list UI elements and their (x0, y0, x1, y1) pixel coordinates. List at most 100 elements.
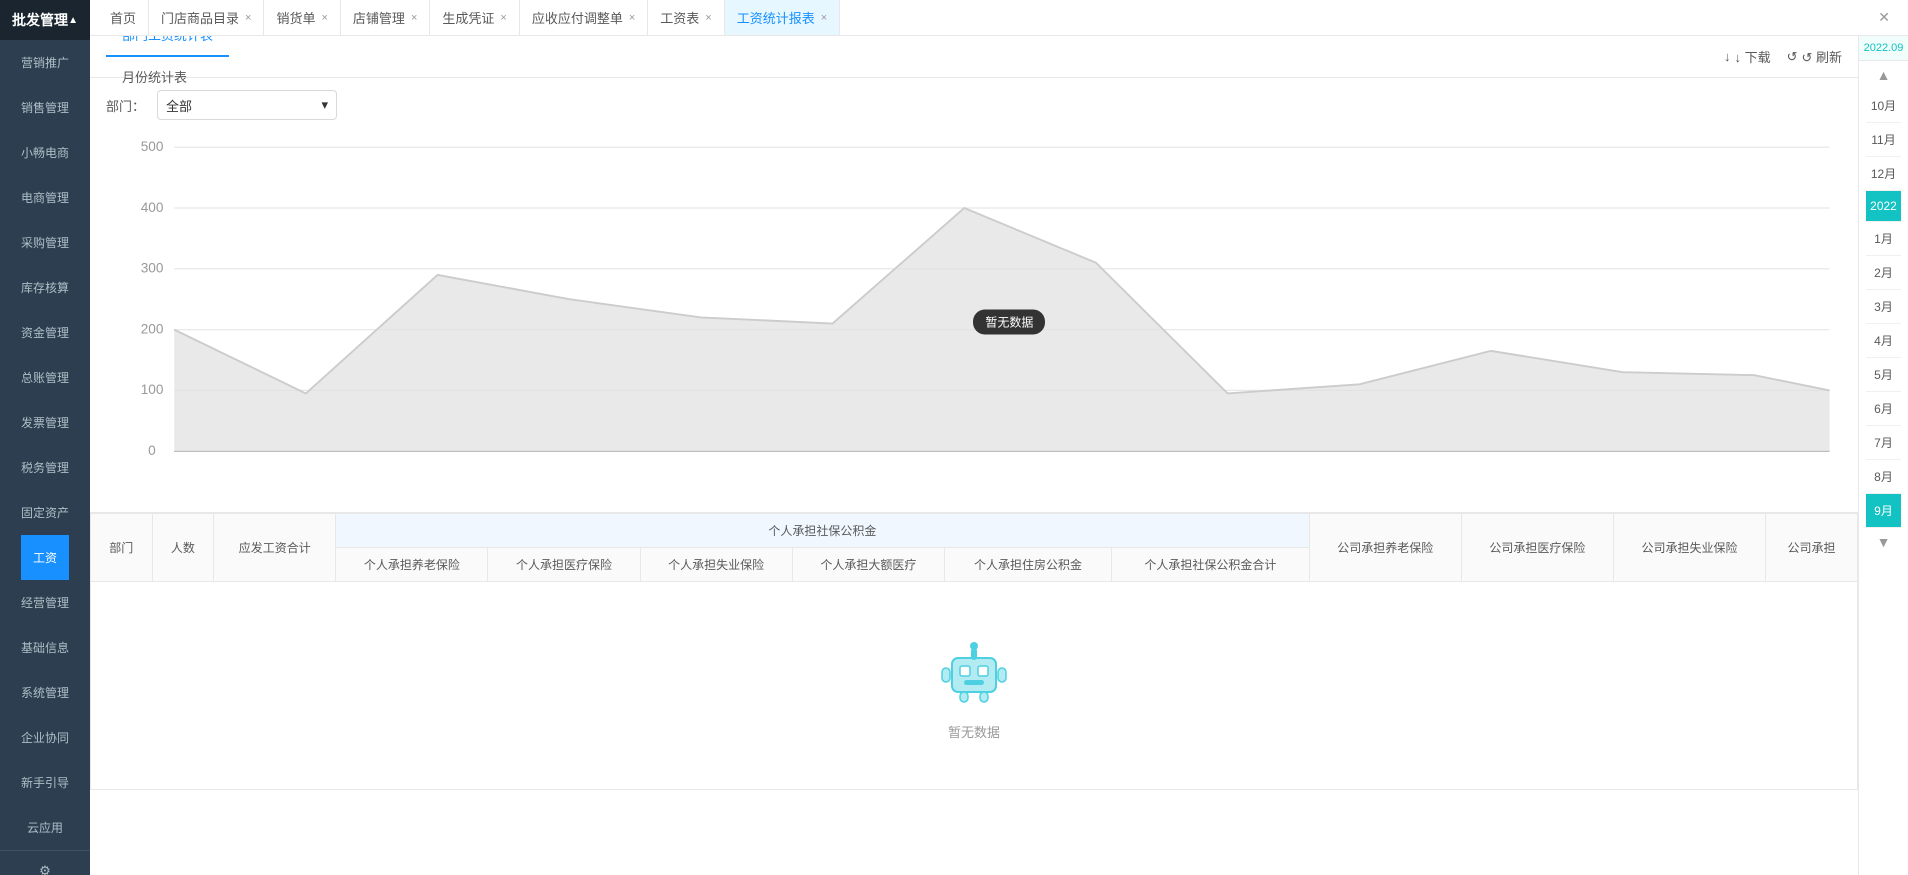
sidebar-item-jcxx[interactable]: 基础信息 (21, 625, 69, 670)
month-item-2022[interactable]: 2022 (1866, 191, 1901, 222)
empty-text: 暂无数据 (948, 722, 1000, 741)
sub-tab-dept[interactable]: 部门工资统计表 (106, 36, 229, 57)
col-comp-pension: 公司承担养老保险 (1309, 514, 1461, 582)
sub-tab-bar: 部门工资统计表月份统计表 ↓ ↓ 下载 ↺ ↺ 刷新 (90, 36, 1858, 78)
month-item-11[interactable]: 11月 (1866, 123, 1901, 157)
sidebar-item-xtgl[interactable]: 系统管理 (21, 670, 69, 715)
table-section[interactable]: 部门 人数 应发工资合计 个人承担社保公积金 公司承担养老保险 公司承担医疗保险… (90, 512, 1858, 875)
content-area: 部门工资统计表月份统计表 ↓ ↓ 下载 ↺ ↺ 刷新 部门： 全部 (90, 36, 1908, 875)
sidebar-item-gdzc[interactable]: 固定资产 (21, 490, 69, 535)
month-item-8[interactable]: 8月 (1866, 460, 1901, 494)
month-item-5[interactable]: 5月 (1866, 358, 1901, 392)
empty-state: 暂无数据 (103, 590, 1845, 781)
sidebar-item-xbds[interactable]: 小畅电商 (21, 130, 69, 175)
page-content: 部门工资统计表月份统计表 ↓ ↓ 下载 ↺ ↺ 刷新 部门： 全部 (90, 36, 1858, 875)
svg-text:0: 0 (148, 443, 156, 458)
sidebar-item-yxtp[interactable]: 营销推广 (21, 40, 69, 85)
sidebar-item-cjgl[interactable]: 采购管理 (21, 220, 69, 265)
tab-sales[interactable]: 销货单 × (264, 0, 340, 36)
month-nav-down[interactable]: ▼ (1859, 528, 1908, 556)
tab-bar: 首页门店商品目录×销货单×店铺管理×生成凭证×应收应付调整单×工资表×工资统计报… (90, 0, 1908, 36)
chart-tooltip: 暂无数据 (973, 310, 1045, 335)
tab-label-ar: 应收应付调整单 (532, 8, 623, 27)
tab-label-home: 首页 (110, 8, 136, 27)
month-item-10[interactable]: 10月 (1866, 89, 1901, 123)
col-unemp: 个人承担失业保险 (640, 548, 792, 582)
filter-row: 部门： 全部 ▾ (90, 78, 1858, 132)
settings-icon: ⚙ (39, 863, 51, 875)
svg-text:400: 400 (141, 200, 164, 215)
sidebar-item-xsgl[interactable]: 销售管理 (21, 85, 69, 130)
tab-close-produce[interactable]: × (500, 12, 506, 24)
tab-report[interactable]: 工资统计报表 × (725, 0, 840, 36)
empty-icon (934, 630, 1014, 710)
sidebar-item-zjgl[interactable]: 资金管理 (21, 310, 69, 355)
col-comp-med: 公司承担医疗保险 (1461, 514, 1613, 582)
sidebar-item-zzgl[interactable]: 总账管理 (21, 355, 69, 400)
sidebar-item-swgl[interactable]: 税务管理 (21, 445, 69, 490)
tab-home[interactable]: 首页 (98, 0, 149, 36)
sidebar-item-xsyd[interactable]: 新手引导 (21, 760, 69, 805)
month-item-12[interactable]: 12月 (1866, 157, 1901, 191)
month-item-6[interactable]: 6月 (1866, 392, 1901, 426)
tab-close-ar[interactable]: × (629, 12, 635, 24)
download-label: ↓ 下载 (1734, 47, 1770, 66)
col-count: 人数 (152, 514, 214, 582)
tab-close-menu[interactable]: × (245, 12, 251, 24)
month-panel-year[interactable]: 2022.09 (1859, 36, 1908, 61)
month-item-3[interactable]: 3月 (1866, 290, 1901, 324)
tab-close-store[interactable]: × (411, 12, 417, 24)
tab-produce[interactable]: 生成凭证 × (430, 0, 519, 36)
tab-close-report[interactable]: × (821, 12, 827, 24)
col-comp-more: 公司承担 (1766, 514, 1858, 582)
month-item-1[interactable]: 1月 (1866, 222, 1901, 256)
sidebar-title: 批发管理 (12, 10, 68, 30)
sidebar-item-fpgl[interactable]: 发票管理 (21, 400, 69, 445)
tab-label-report: 工资统计报表 (737, 8, 815, 27)
svg-text:100: 100 (141, 382, 164, 397)
tab-label-sales: 销货单 (276, 8, 315, 27)
month-nav-up[interactable]: ▲ (1859, 61, 1908, 89)
col-pension: 个人承担养老保险 (336, 548, 488, 582)
month-item-2[interactable]: 2月 (1866, 256, 1901, 290)
tab-label-payroll: 工资表 (660, 8, 699, 27)
sidebar-item-qyxt[interactable]: 企业协同 (21, 715, 69, 760)
sidebar-item-jygl[interactable]: 经营管理 (21, 580, 69, 625)
refresh-button[interactable]: ↺ ↺ 刷新 (1787, 47, 1842, 66)
sub-tab-month[interactable]: 月份统计表 (106, 57, 229, 99)
col-group-personal: 个人承担社保公积金 (336, 514, 1309, 548)
month-item-4[interactable]: 4月 (1866, 324, 1901, 358)
chart-area: 500 400 300 200 100 0 暂无数据 (90, 132, 1858, 512)
sidebar-item-dsgl[interactable]: 电商管理 (21, 175, 69, 220)
sidebar-item-yyyg[interactable]: 云应用 (21, 805, 69, 850)
refresh-label: ↺ 刷新 (1801, 47, 1842, 66)
col-dept: 部门 (91, 514, 153, 582)
col-housing: 个人承担住房公积金 (944, 548, 1111, 582)
month-item-7[interactable]: 7月 (1866, 426, 1901, 460)
sidebar-header[interactable]: 批发管理 ▲ (0, 0, 90, 40)
sidebar-item-kchs[interactable]: 库存核算 (21, 265, 69, 310)
tab-menu[interactable]: 门店商品目录 × (149, 0, 264, 36)
tab-label-store: 店铺管理 (353, 8, 405, 27)
tab-store[interactable]: 店铺管理 × (341, 0, 430, 36)
month-item-9[interactable]: 9月 (1866, 494, 1901, 528)
sidebar: 批发管理 ▲ 营销推广销售管理小畅电商电商管理采购管理库存核算资金管理总账管理发… (0, 0, 90, 875)
settings-button[interactable]: ⚙ (0, 850, 90, 875)
tab-label-menu: 门店商品目录 (161, 8, 239, 27)
download-button[interactable]: ↓ ↓ 下载 (1724, 47, 1771, 66)
main-area: 首页门店商品目录×销货单×店铺管理×生成凭证×应收应付调整单×工资表×工资统计报… (90, 0, 1908, 875)
tab-label-produce: 生成凭证 (442, 8, 494, 27)
svg-text:500: 500 (141, 139, 164, 154)
download-icon: ↓ (1724, 49, 1731, 64)
tab-payroll[interactable]: 工资表 × (648, 0, 724, 36)
chevron-down-icon: ▾ (321, 97, 328, 113)
col-total: 应发工资合计 (214, 514, 336, 582)
close-all-tabs-button[interactable]: ✕ (1868, 9, 1900, 26)
svg-text:200: 200 (141, 321, 164, 336)
sidebar-item-gz[interactable]: 工资 (21, 535, 69, 580)
col-subtotal: 个人承担社保公积金合计 (1112, 548, 1309, 582)
tab-close-sales[interactable]: × (321, 12, 327, 24)
tab-ar[interactable]: 应收应付调整单 × (520, 0, 648, 36)
sub-tab-actions: ↓ ↓ 下载 ↺ ↺ 刷新 (1724, 47, 1842, 66)
tab-close-payroll[interactable]: × (705, 12, 711, 24)
